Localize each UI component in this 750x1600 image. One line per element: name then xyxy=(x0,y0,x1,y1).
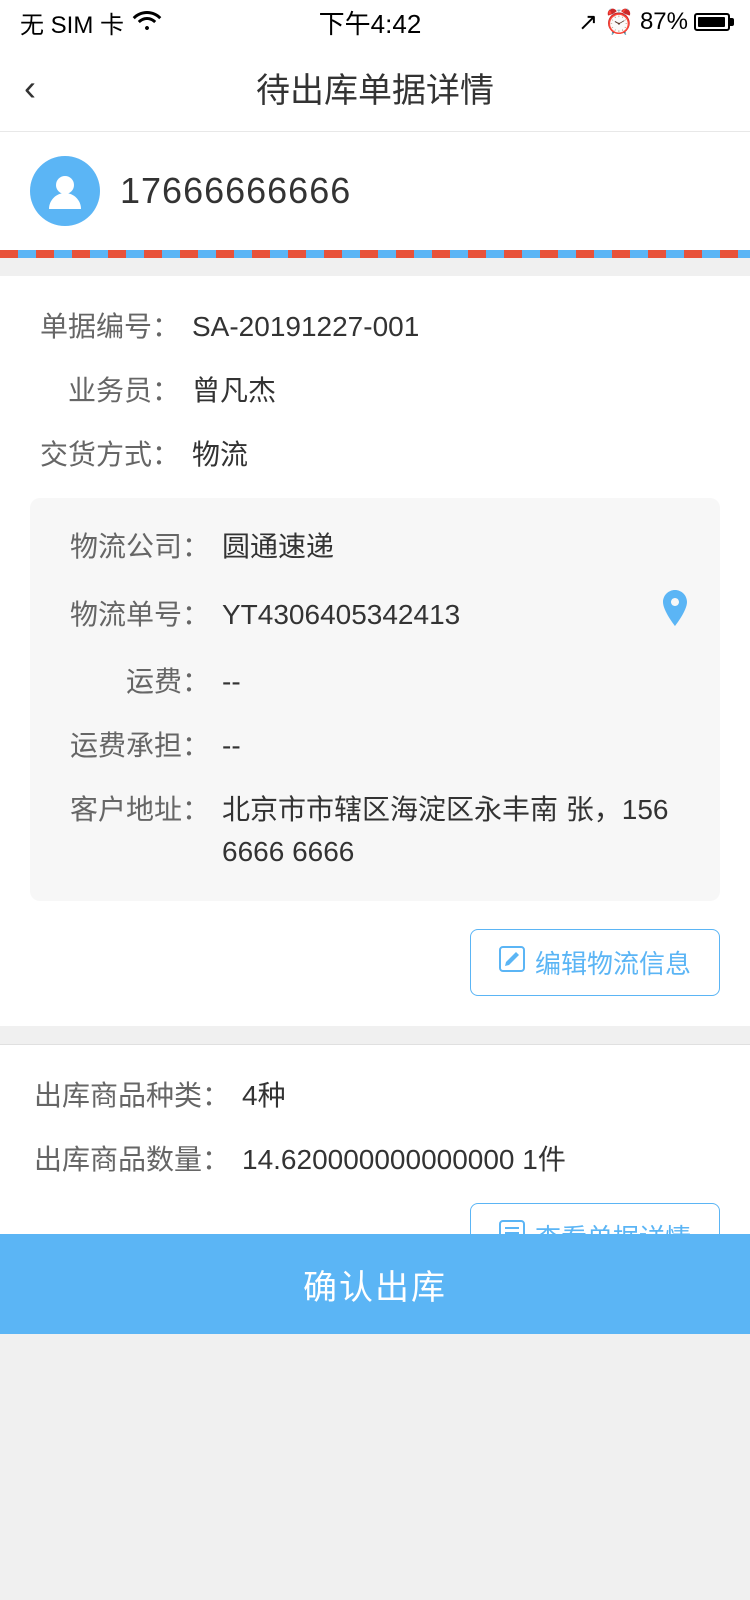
confirm-btn-label: 确认出库 xyxy=(303,1260,447,1309)
avatar xyxy=(30,156,100,226)
customer-header: 17666666666 xyxy=(0,132,750,250)
type-label: 出库商品种类： xyxy=(30,1075,230,1117)
freight-bear-label: 运费承担： xyxy=(60,725,210,767)
nav-bar: ‹ 待出库单据详情 xyxy=(0,44,750,132)
order-no-value: SA-20191227-001 xyxy=(192,306,720,348)
order-info-section: 单据编号： SA-20191227-001 业务员： 曾凡杰 交货方式： 物流 … xyxy=(0,276,750,1026)
salesperson-row: 业务员： 曾凡杰 xyxy=(30,370,720,412)
battery-icon xyxy=(694,13,730,31)
carrier-text: 无 SIM 卡 xyxy=(20,5,124,40)
back-button[interactable]: ‹ xyxy=(24,67,36,109)
address-label: 客户地址： xyxy=(60,789,210,831)
location-status-icon: ↗ xyxy=(578,8,598,37)
delivery-value: 物流 xyxy=(192,434,720,476)
status-left: 无 SIM 卡 xyxy=(20,5,162,40)
logistics-company-row: 物流公司： 圆通速递 xyxy=(60,526,690,568)
freight-bear-value: -- xyxy=(222,725,690,767)
dashed-divider xyxy=(0,250,750,258)
delivery-row: 交货方式： 物流 xyxy=(30,434,720,476)
freight-bear-row: 运费承担： -- xyxy=(60,725,690,767)
quantity-row: 出库商品数量： 14.620000000000000 1件 xyxy=(30,1139,720,1181)
section-gap-1 xyxy=(0,1026,750,1044)
tracking-row: 物流单号： YT4306405342413 xyxy=(60,590,690,639)
delivery-label: 交货方式： xyxy=(30,434,180,476)
edit-btn-row: 编辑物流信息 xyxy=(30,929,720,996)
logistics-company-label: 物流公司： xyxy=(60,526,210,568)
status-time: 下午4:42 xyxy=(319,4,422,41)
nav-title: 待出库单据详情 xyxy=(256,63,494,112)
status-bar: 无 SIM 卡 下午4:42 ↗ ⏰ 87% xyxy=(0,0,750,44)
tracking-value: YT4306405342413 xyxy=(222,594,646,636)
order-no-label: 单据编号： xyxy=(30,306,180,348)
freight-value: -- xyxy=(222,661,690,703)
salesperson-label: 业务员： xyxy=(30,370,180,412)
type-row: 出库商品种类： 4种 xyxy=(30,1075,720,1117)
type-value: 4种 xyxy=(242,1075,720,1117)
battery-text: 87% xyxy=(640,8,688,36)
address-value: 北京市市辖区海淀区永丰南 张，156 6666 6666 xyxy=(222,789,690,873)
logistics-company-value: 圆通速递 xyxy=(222,526,690,568)
order-no-row: 单据编号： SA-20191227-001 xyxy=(30,306,720,348)
status-right: ↗ ⏰ 87% xyxy=(578,8,730,37)
quantity-label: 出库商品数量： xyxy=(30,1139,230,1181)
freight-label: 运费： xyxy=(60,661,210,703)
confirm-outbound-button[interactable]: 确认出库 xyxy=(0,1234,750,1334)
address-row: 客户地址： 北京市市辖区海淀区永丰南 张，156 6666 6666 xyxy=(60,789,690,873)
freight-row: 运费： -- xyxy=(60,661,690,703)
edit-icon xyxy=(499,946,525,979)
edit-logistics-button[interactable]: 编辑物流信息 xyxy=(470,929,720,996)
salesperson-value: 曾凡杰 xyxy=(192,370,720,412)
customer-phone: 17666666666 xyxy=(120,170,351,212)
logistics-card: 物流公司： 圆通速递 物流单号： YT4306405342413 运费： -- … xyxy=(30,498,720,901)
content-wrapper: 17666666666 单据编号： SA-20191227-001 业务员： 曾… xyxy=(0,132,750,1600)
quantity-value: 14.620000000000000 1件 xyxy=(242,1139,720,1181)
alarm-icon: ⏰ xyxy=(604,8,634,37)
wifi-icon xyxy=(132,8,162,37)
map-pin-icon[interactable] xyxy=(660,590,690,639)
tracking-label: 物流单号： xyxy=(60,594,210,636)
edit-logistics-label: 编辑物流信息 xyxy=(535,944,691,981)
bottom-area: 确认出库 xyxy=(0,1234,750,1334)
